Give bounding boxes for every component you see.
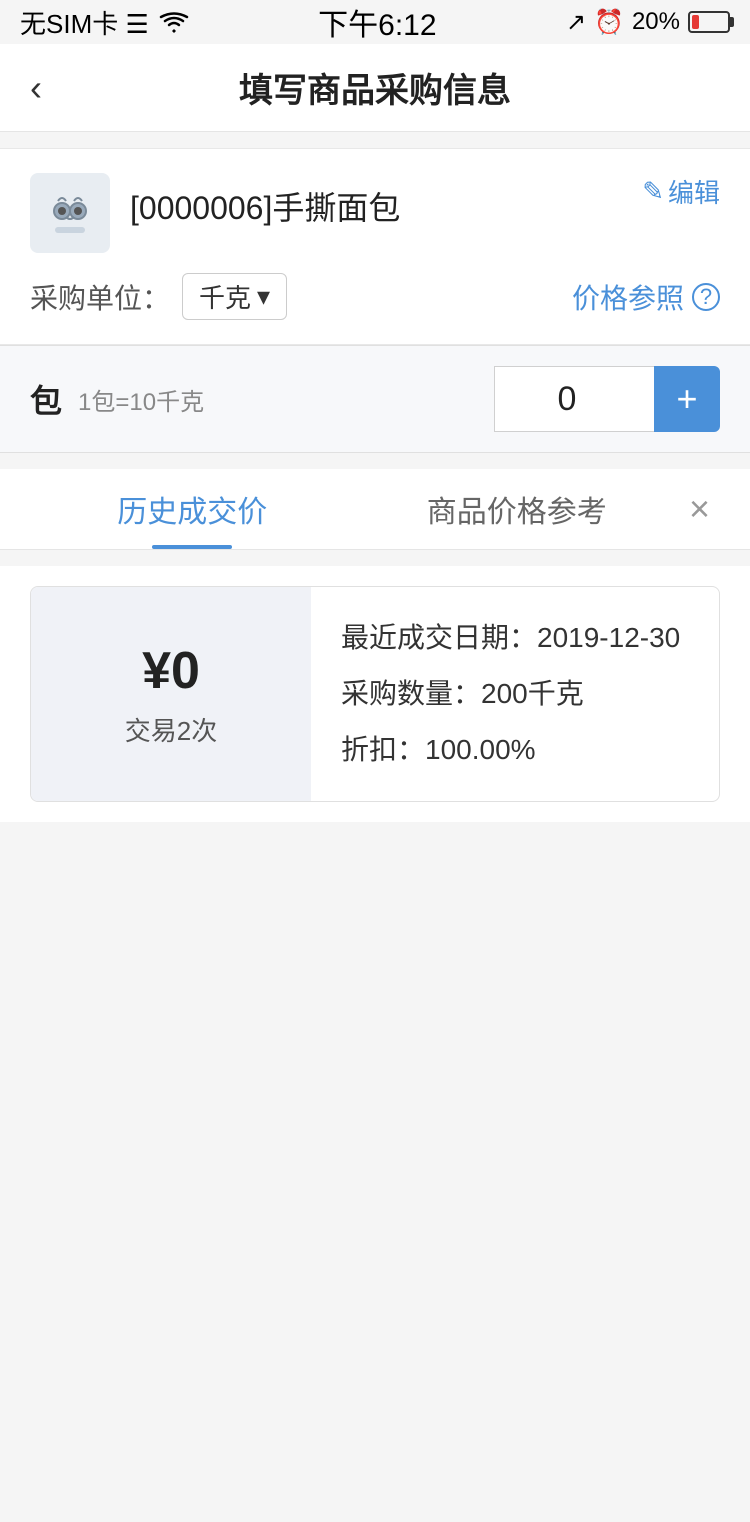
- product-header: [0000006]手撕面包 ✎ 编辑: [30, 173, 720, 253]
- battery-icon: [688, 11, 730, 33]
- product-left: [0000006]手撕面包: [30, 173, 400, 253]
- dropdown-chevron-icon: ▾: [257, 281, 270, 312]
- price-currency-symbol: ¥: [142, 642, 171, 700]
- quantity-plus-button[interactable]: +: [654, 366, 720, 432]
- alarm-icon: ⏰: [594, 8, 624, 37]
- status-left: 无SIM卡 ☰: [20, 4, 189, 41]
- price-ref-label: 价格参照: [572, 277, 684, 317]
- owl-logo-icon: [40, 183, 100, 243]
- carrier-text: 无SIM卡 ☰: [20, 4, 149, 41]
- unit-value: 千克: [199, 278, 251, 315]
- price-left-panel: ¥0 交易2次: [31, 587, 311, 801]
- tab-history-price[interactable]: 历史成交价: [30, 469, 354, 549]
- product-unit-row: 采购单位： 千克 ▾ 价格参照 ?: [30, 273, 720, 320]
- tab-product-price-ref[interactable]: 商品价格参考: [354, 469, 678, 549]
- qty-conversion-text: 1包=10千克: [78, 382, 204, 417]
- price-amount: ¥0: [142, 641, 200, 701]
- tabs-container: 历史成交价 商品价格参考 ×: [0, 469, 750, 550]
- unit-label: 采购单位：: [30, 277, 170, 317]
- edit-button[interactable]: ✎ 编辑: [642, 173, 720, 210]
- status-right: ↗ ⏰ 20%: [566, 8, 730, 37]
- close-icon: ×: [689, 488, 710, 529]
- unit-left: 采购单位： 千克 ▾: [30, 273, 287, 320]
- history-price-section: ¥0 交易2次 最近成交日期：2019-12-30 采购数量：200千克 折扣：…: [0, 566, 750, 822]
- location-icon: ↗: [566, 8, 586, 37]
- price-transactions: 交易2次: [125, 711, 217, 748]
- recent-date-value: 2019-12-30: [537, 622, 680, 653]
- price-ref-button[interactable]: 价格参照 ?: [572, 277, 720, 317]
- nav-bar: ‹ 填写商品采购信息: [0, 44, 750, 132]
- product-thumbnail: [30, 173, 110, 253]
- tab-history-label: 历史成交价: [117, 487, 267, 531]
- price-right-panel: 最近成交日期：2019-12-30 采购数量：200千克 折扣：100.00%: [311, 587, 719, 801]
- edit-icon: ✎: [642, 176, 664, 207]
- quantity-input[interactable]: [494, 366, 654, 432]
- edit-label: 编辑: [668, 173, 720, 210]
- tab-price-ref-label: 商品价格参考: [427, 487, 607, 531]
- unit-select-dropdown[interactable]: 千克 ▾: [182, 273, 287, 320]
- help-icon: ?: [692, 283, 720, 311]
- quantity-label: 包 1包=10千克: [30, 376, 204, 422]
- discount-row: 折扣：100.00%: [341, 729, 689, 771]
- recent-date-row: 最近成交日期：2019-12-30: [341, 617, 689, 659]
- quantity-bar: 包 1包=10千克 +: [0, 345, 750, 453]
- product-name: [0000006]手撕面包: [130, 173, 400, 229]
- back-button[interactable]: ‹: [30, 57, 62, 119]
- unit-box-label: 包: [30, 376, 62, 422]
- plus-icon: +: [676, 378, 697, 420]
- battery-percent: 20%: [632, 8, 680, 36]
- status-bar: 无SIM卡 ☰ 下午6:12 ↗ ⏰ 20%: [0, 0, 750, 44]
- product-card: [0000006]手撕面包 ✎ 编辑 采购单位： 千克 ▾ 价格参照 ?: [0, 148, 750, 345]
- tabs-close-button[interactable]: ×: [679, 478, 720, 540]
- purchase-qty-value: 200千克: [481, 678, 584, 709]
- quantity-input-group: +: [494, 366, 720, 432]
- price-value: 0: [171, 642, 200, 700]
- wifi-icon: [159, 11, 189, 33]
- price-info-card: ¥0 交易2次 最近成交日期：2019-12-30 采购数量：200千克 折扣：…: [30, 586, 720, 802]
- purchase-quantity-row: 采购数量：200千克: [341, 673, 689, 715]
- recent-date-label: 最近成交日期：: [341, 622, 537, 653]
- discount-label: 折扣：: [341, 734, 425, 765]
- main-content-area: [0, 822, 750, 1522]
- status-time: 下午6:12: [318, 0, 436, 44]
- page-title: 填写商品采购信息: [239, 63, 511, 112]
- discount-value: 100.00%: [425, 734, 536, 765]
- purchase-qty-label: 采购数量：: [341, 678, 481, 709]
